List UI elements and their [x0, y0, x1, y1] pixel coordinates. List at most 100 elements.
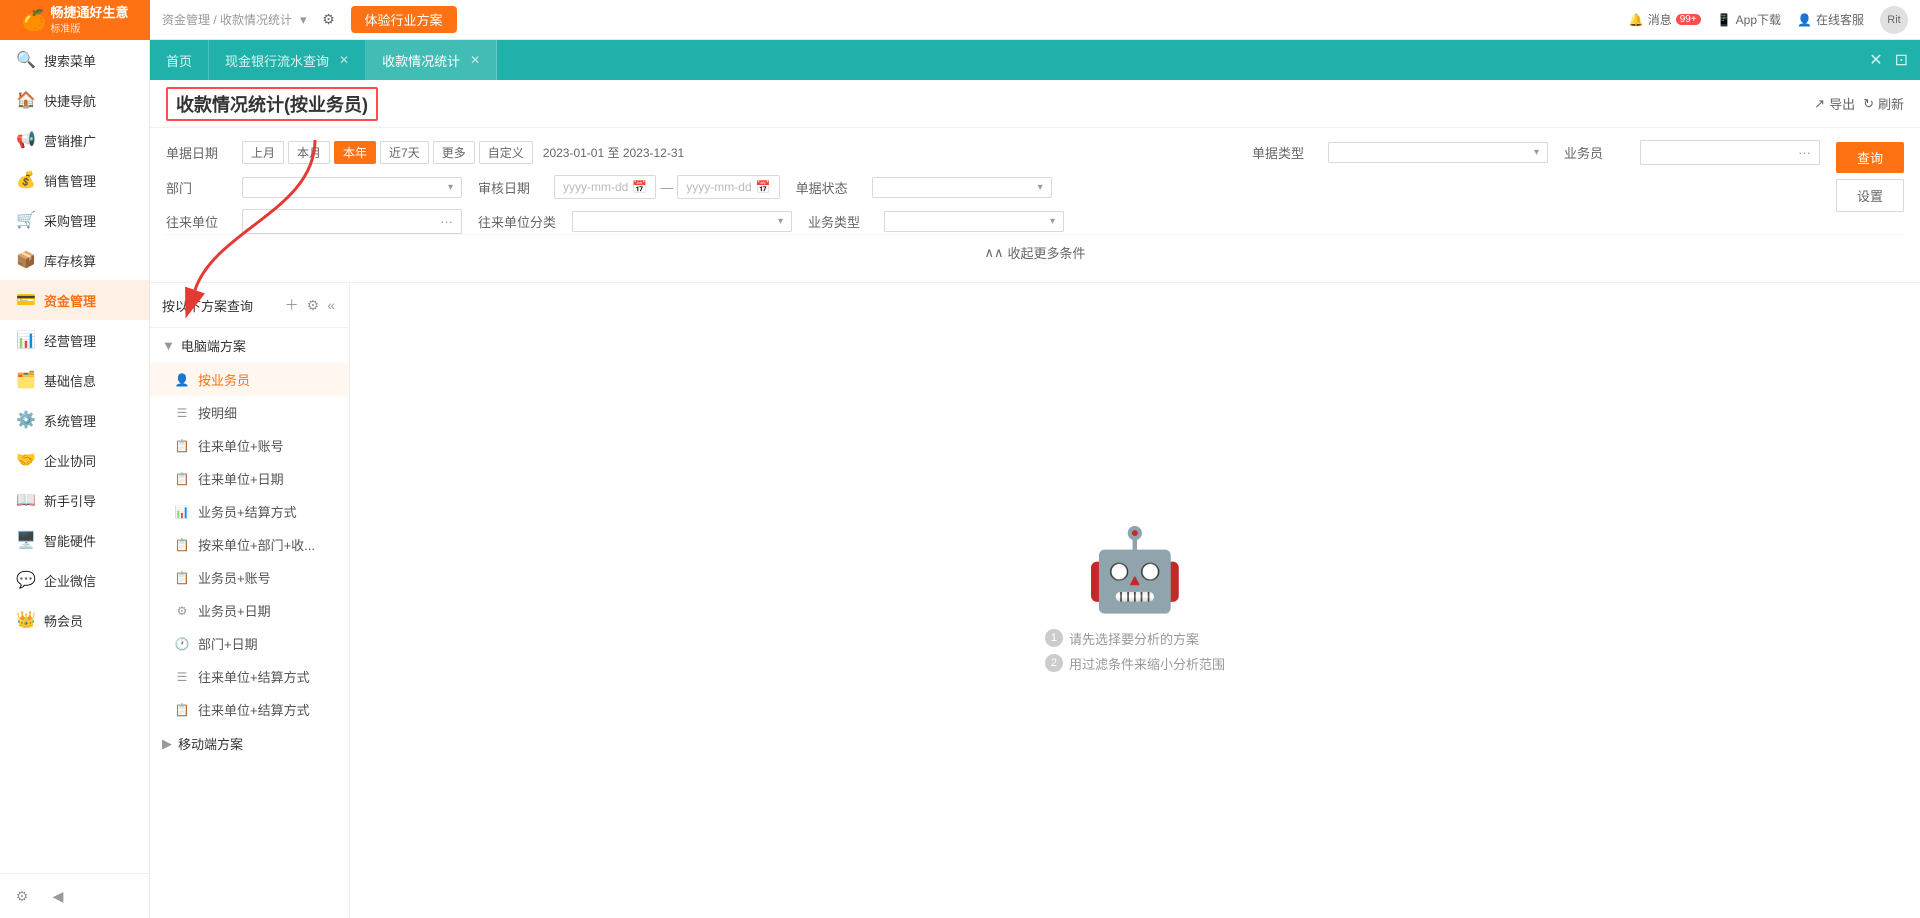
- sidebar-item-system[interactable]: ⚙️ 系统管理: [0, 400, 149, 440]
- export-icon: ↗: [1814, 96, 1825, 112]
- online-service-label: 在线客服: [1816, 11, 1864, 28]
- scheme-panel: 按以下方案查询 ＋ ⚙ « ▼ 电脑端方案 👤 按业务员 ☰ 按明细: [150, 283, 350, 918]
- online-service-item[interactable]: 👤 在线客服: [1797, 11, 1864, 28]
- enterprise-icon: 🤝: [16, 450, 36, 470]
- filter-panel: 单据日期 上月 本月 本年 近7天 更多 自定义 2023-01-01 至 20…: [150, 128, 1920, 283]
- export-button[interactable]: ↗ 导出: [1814, 94, 1855, 113]
- counterpart-cat-dropdown-icon: ▾: [778, 216, 783, 227]
- filter-settings-button[interactable]: 设置: [1836, 179, 1904, 212]
- notification-label: 消息: [1648, 11, 1672, 28]
- review-date-end[interactable]: yyyy-mm-dd 📅: [677, 175, 779, 199]
- scheme-item-by-salesperson[interactable]: 👤 按业务员: [150, 363, 349, 396]
- collapse-more-button[interactable]: ∧∧ 收起更多条件: [166, 234, 1904, 270]
- sidebar-item-capital[interactable]: 💳 资金管理: [0, 280, 149, 320]
- trial-button[interactable]: 体验行业方案: [351, 6, 457, 33]
- notification-icon: 🔔: [1629, 13, 1644, 27]
- scheme-collapse-button[interactable]: «: [325, 295, 337, 315]
- sidebar-item-purchase[interactable]: 🛒 采购管理: [0, 200, 149, 240]
- scheme-item-label: 按来单位+部门+收...: [198, 535, 315, 554]
- sidebar-item-marketing[interactable]: 📢 营销推广: [0, 120, 149, 160]
- sidebar-item-search[interactable]: 🔍 搜索菜单: [0, 40, 149, 80]
- sidebar-item-enterprise[interactable]: 🤝 企业协同: [0, 440, 149, 480]
- scheme-item-counterpart-account[interactable]: 📋 往来单位+账号: [150, 429, 349, 462]
- settings-icon[interactable]: ⚙: [315, 6, 343, 34]
- scheme-item-counterpart-settlement2[interactable]: 📋 往来单位+结算方式: [150, 693, 349, 726]
- scheme-item-label: 业务员+结算方式: [198, 502, 297, 521]
- sidebar-item-wechat[interactable]: 💬 企业微信: [0, 560, 149, 600]
- custom-date-btn[interactable]: 自定义: [479, 141, 533, 164]
- sidebar-item-sales[interactable]: 💰 销售管理: [0, 160, 149, 200]
- tab-receipt[interactable]: 收款情况统计 ✕: [366, 40, 497, 80]
- wechat-icon: 💬: [16, 570, 36, 590]
- user-avatar[interactable]: Rit: [1880, 6, 1908, 34]
- notification-item[interactable]: 🔔 消息 99+: [1629, 11, 1701, 28]
- dept-label: 部门: [166, 178, 226, 197]
- scheme-item-dept-date[interactable]: 🕐 部门+日期: [150, 627, 349, 660]
- sidebar-item-quicknav[interactable]: 🏠 快捷导航: [0, 80, 149, 120]
- refresh-label: 刷新: [1878, 94, 1904, 113]
- scheme-gear-button[interactable]: ⚙: [305, 295, 322, 316]
- app-download-label: App下载: [1736, 11, 1781, 28]
- tab-maximize-icon[interactable]: ⊡: [1891, 46, 1912, 74]
- scheme-item-label: 按明细: [198, 403, 237, 422]
- scheme-item-label: 往来单位+结算方式: [198, 700, 310, 719]
- scheme-item-label: 往来单位+账号: [198, 436, 284, 455]
- sidebar-item-member[interactable]: 👑 畅会员: [0, 600, 149, 640]
- tab-bank[interactable]: 现金银行流水查询 ✕: [209, 40, 366, 80]
- dept-select[interactable]: ▾: [242, 177, 462, 198]
- date-range-text: 2023-01-01 至 2023-12-31: [543, 144, 684, 161]
- refresh-button[interactable]: ↻ 刷新: [1863, 94, 1904, 113]
- sidebar-item-inventory[interactable]: 📦 库存核算: [0, 240, 149, 280]
- sidebar-item-basic[interactable]: 🗂️ 基础信息: [0, 360, 149, 400]
- operation-icon: 📊: [16, 330, 36, 350]
- tab-home[interactable]: 首页: [150, 40, 209, 80]
- breadcrumb-dropdown-icon[interactable]: ▾: [300, 12, 307, 28]
- scheme-item-label: 业务员+账号: [198, 568, 271, 587]
- scheme-item-by-detail[interactable]: ☰ 按明细: [150, 396, 349, 429]
- counterpart-category-select[interactable]: ▾: [572, 211, 792, 232]
- last-month-btn[interactable]: 上月: [242, 141, 284, 164]
- sidebar-item-smarthw[interactable]: 🖥️ 智能硬件: [0, 520, 149, 560]
- smarthw-icon: 🖥️: [16, 530, 36, 550]
- inventory-icon: 📦: [16, 250, 36, 270]
- bank-tab-close-icon[interactable]: ✕: [339, 53, 349, 67]
- scheme-item-salesperson-account[interactable]: 📋 业务员+账号: [150, 561, 349, 594]
- voucher-type-select[interactable]: ▾: [1328, 142, 1548, 163]
- this-year-btn[interactable]: 本年: [334, 141, 376, 164]
- counterpart-settlement2-icon: 📋: [174, 703, 190, 717]
- scheme-item-salesperson-settlement[interactable]: 📊 业务员+结算方式: [150, 495, 349, 528]
- scheme-item-by-counterpart-dept[interactable]: 📋 按来单位+部门+收...: [150, 528, 349, 561]
- page-title: 收款情况统计(按业务员): [166, 87, 378, 121]
- last7-btn[interactable]: 近7天: [380, 141, 429, 164]
- voucher-status-select[interactable]: ▾: [872, 177, 1052, 198]
- app-download-item[interactable]: 📱 App下载: [1717, 11, 1781, 28]
- sidebar-collapse-button[interactable]: ◀: [44, 882, 72, 910]
- salesperson-select[interactable]: ···: [1640, 140, 1820, 165]
- scheme-item-label: 按业务员: [198, 370, 250, 389]
- sidebar-item-operation[interactable]: 📊 经营管理: [0, 320, 149, 360]
- this-month-btn[interactable]: 本月: [288, 141, 330, 164]
- salesperson-label: 业务员: [1564, 143, 1624, 162]
- scheme-add-button[interactable]: ＋: [283, 293, 301, 317]
- scheme-item-counterpart-date[interactable]: 📋 往来单位+日期: [150, 462, 349, 495]
- counterpart-dept-icon: 📋: [174, 538, 190, 552]
- purchase-icon: 🛒: [16, 210, 36, 230]
- calendar-icon: 📅: [632, 180, 647, 194]
- sidebar-item-guide[interactable]: 📖 新手引导: [0, 480, 149, 520]
- scheme-item-counterpart-settlement1[interactable]: ☰ 往来单位+结算方式: [150, 660, 349, 693]
- business-type-select[interactable]: ▾: [884, 211, 1064, 232]
- sidebar-item-label: 基础信息: [44, 371, 96, 390]
- review-date-start[interactable]: yyyy-mm-dd 📅: [554, 175, 656, 199]
- sidebar-settings-button[interactable]: ⚙: [8, 882, 36, 910]
- receipt-tab-close-icon[interactable]: ✕: [470, 53, 480, 67]
- scheme-item-salesperson-date[interactable]: ⚙ 业务员+日期: [150, 594, 349, 627]
- scheme-group-mobile[interactable]: ▶ 移动端方案: [150, 726, 349, 761]
- counterpart-select[interactable]: ···: [242, 209, 462, 234]
- basic-icon: 🗂️: [16, 370, 36, 390]
- query-button[interactable]: 查询: [1836, 142, 1904, 173]
- sidebar-item-label: 采购管理: [44, 211, 96, 230]
- more-date-btn[interactable]: 更多: [433, 141, 475, 164]
- scheme-group-desktop[interactable]: ▼ 电脑端方案: [150, 328, 349, 363]
- tab-close-all-icon[interactable]: ✕: [1865, 46, 1886, 74]
- sidebar-item-label: 搜索菜单: [44, 51, 96, 70]
